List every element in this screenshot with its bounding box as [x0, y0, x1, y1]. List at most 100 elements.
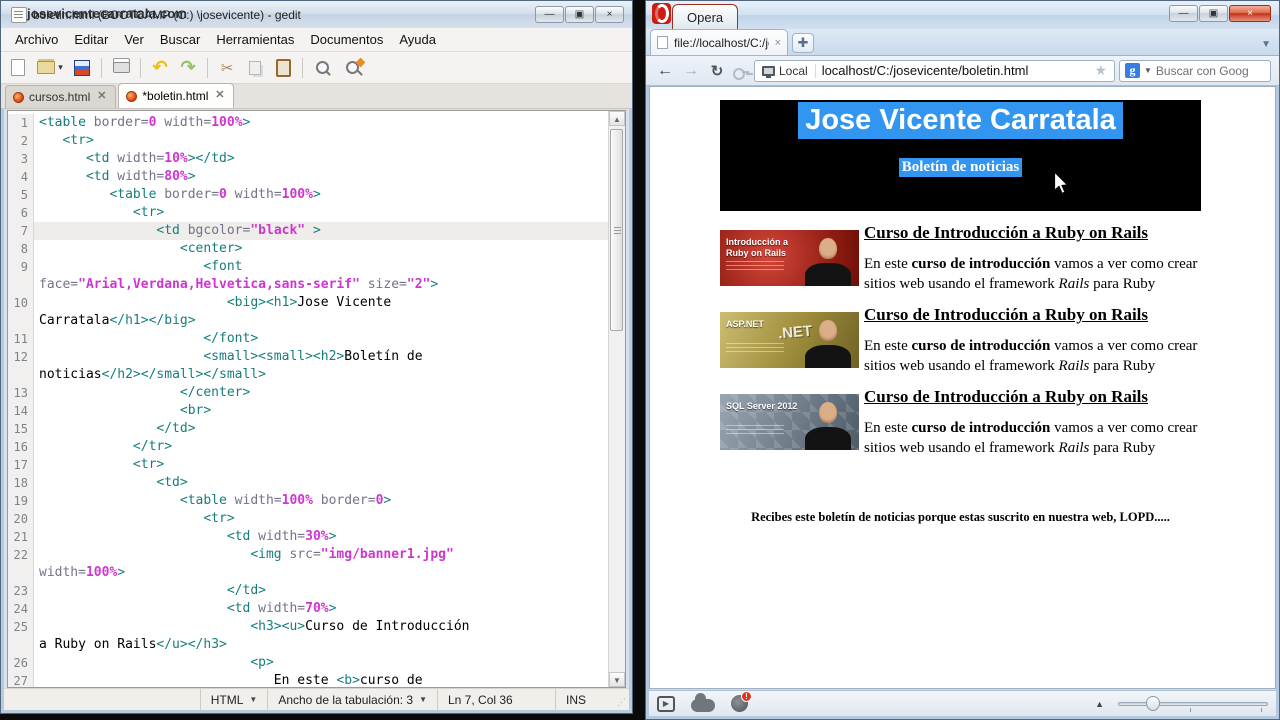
language-selector[interactable]: HTML ▼: [199, 689, 268, 710]
reload-button[interactable]: ↻: [706, 60, 728, 82]
new-tab-button[interactable]: ✚: [792, 33, 814, 53]
undo-icon[interactable]: [147, 56, 173, 80]
maximize-button[interactable]: ▣: [1199, 5, 1228, 22]
find-icon[interactable]: [309, 56, 335, 80]
key-icon[interactable]: [732, 60, 750, 82]
menu-documentos[interactable]: Documentos: [302, 29, 391, 50]
scroll-up-icon[interactable]: ▲: [609, 111, 625, 126]
code-line[interactable]: 19 <table width=100% border=0>: [8, 492, 608, 510]
tab-close-icon[interactable]: ×: [775, 37, 781, 49]
search-engine-caret-icon[interactable]: ▼: [1144, 66, 1152, 75]
code-line[interactable]: 20 <tr>: [8, 510, 608, 528]
print-icon[interactable]: [108, 56, 134, 80]
insert-mode[interactable]: INS: [555, 689, 617, 710]
resize-grip[interactable]: ⋰: [617, 689, 629, 710]
find-replace-icon[interactable]: [337, 56, 367, 80]
menu-ayuda[interactable]: Ayuda: [391, 29, 444, 50]
code-line[interactable]: 18 <td>: [8, 474, 608, 492]
course-heading[interactable]: Curso de Introducción a Ruby on Rails: [864, 304, 1201, 325]
save-icon[interactable]: [69, 56, 95, 80]
tab-list-chevron-icon[interactable]: ▼: [1261, 39, 1271, 50]
bookmark-star-icon[interactable]: ★: [1091, 62, 1110, 79]
search-box[interactable]: g ▼ Buscar con Goog: [1119, 59, 1271, 82]
new-document-icon[interactable]: [5, 56, 31, 80]
close-button[interactable]: ×: [1229, 5, 1271, 22]
forward-button[interactable]: →: [680, 60, 702, 82]
browser-tab[interactable]: file://localhost/C:/jose... ×: [650, 29, 788, 55]
open-icon[interactable]: [33, 56, 67, 80]
address-bar[interactable]: Local localhost/C:/josevicente/boletin.h…: [754, 59, 1115, 82]
cut-icon[interactable]: [214, 56, 240, 80]
code-line[interactable]: 13 </center>: [8, 384, 608, 402]
code-line[interactable]: 26 <p>: [8, 654, 608, 672]
editor-tab[interactable]: *boletin.html ✕: [118, 83, 235, 108]
scrollbar-thumb[interactable]: [610, 129, 623, 331]
code-line[interactable]: 12 <small><small><h2>Boletín de: [8, 348, 608, 366]
scroll-down-icon[interactable]: ▼: [609, 672, 625, 687]
opera-menu-button[interactable]: Opera: [672, 4, 739, 29]
redo-icon[interactable]: [175, 56, 201, 80]
panels-toggle-icon[interactable]: ▶: [657, 695, 675, 712]
code-line[interactable]: 6 <tr>: [8, 204, 608, 222]
code-line[interactable]: 5 <table border=0 width=100%>: [8, 186, 608, 204]
code-line[interactable]: 25 <h3><u>Curso de Introducción: [8, 618, 608, 636]
code-line[interactable]: 2 <tr>: [8, 132, 608, 150]
opera-titlebar[interactable]: Opera — ▣ ×: [646, 1, 1279, 29]
code-line[interactable]: 9 <font: [8, 258, 608, 276]
menu-ver[interactable]: Ver: [116, 29, 152, 50]
tab-close-icon[interactable]: ✕: [213, 89, 226, 103]
copy-icon[interactable]: [242, 56, 268, 80]
course-thumbnail[interactable]: ASP.NET .NET: [720, 312, 859, 368]
code-line[interactable]: a Ruby on Rails</u></h3>: [8, 636, 608, 654]
code-line[interactable]: 21 <td width=30%>: [8, 528, 608, 546]
code-line[interactable]: 7 <td bgcolor="black" >: [8, 222, 608, 240]
code-line[interactable]: noticias</h2></small></small>: [8, 366, 608, 384]
opera-turbo-icon[interactable]: !: [731, 691, 752, 712]
back-button[interactable]: ←: [654, 60, 676, 82]
search-placeholder[interactable]: Buscar con Goog: [1156, 64, 1249, 78]
code-line[interactable]: width=100%>: [8, 564, 608, 582]
zoom-slider-track[interactable]: [1118, 701, 1268, 706]
menu-herramientas[interactable]: Herramientas: [208, 29, 302, 50]
course-heading[interactable]: Curso de Introducción a Ruby on Rails: [864, 386, 1201, 407]
code-line[interactable]: 4 <td width=80%>: [8, 168, 608, 186]
editor-tab[interactable]: cursos.html ✕: [5, 85, 117, 108]
code-line[interactable]: 8 <center>: [8, 240, 608, 258]
code-line[interactable]: 24 <td width=70%>: [8, 600, 608, 618]
zoom-menu-icon[interactable]: ▲: [1095, 699, 1104, 709]
tab-width-selector[interactable]: Ancho de la tabulación: 3 ▼: [267, 689, 437, 710]
code-line[interactable]: 15 </td>: [8, 420, 608, 438]
code-line[interactable]: 14 <br>: [8, 402, 608, 420]
local-badge[interactable]: Local: [759, 63, 816, 78]
minimize-button[interactable]: —: [1169, 5, 1198, 22]
maximize-button[interactable]: ▣: [565, 6, 594, 23]
paste-icon[interactable]: [270, 56, 296, 80]
menu-archivo[interactable]: Archivo: [7, 29, 66, 50]
menu-buscar[interactable]: Buscar: [152, 29, 208, 50]
code-line[interactable]: Carratala</h1></big>: [8, 312, 608, 330]
zoom-slider[interactable]: [1118, 695, 1268, 712]
course-thumbnail[interactable]: Introducción a Ruby on Rails: [720, 230, 859, 286]
code-line[interactable]: 27 En este <b>curso de: [8, 672, 608, 687]
code-line[interactable]: 1 <table border=0 width=100%>: [8, 114, 608, 132]
code-editor[interactable]: 1 <table border=0 width=100%> 2 <tr> 3 <td …: [7, 110, 626, 688]
zoom-slider-knob[interactable]: [1146, 695, 1160, 711]
code-line[interactable]: face="Arial,Verdana,Helvetica,sans-serif…: [8, 276, 608, 294]
code-line[interactable]: 23 </td>: [8, 582, 608, 600]
code-line[interactable]: 17 <tr>: [8, 456, 608, 474]
tab-close-icon[interactable]: ✕: [95, 90, 108, 104]
code-line[interactable]: 16 </tr>: [8, 438, 608, 456]
close-button[interactable]: ×: [595, 6, 624, 23]
opera-unite-cloud-icon[interactable]: [691, 692, 715, 712]
course-thumbnail[interactable]: SQL Server 2012: [720, 394, 859, 450]
url-text[interactable]: localhost/C:/josevicente/boletin.html: [816, 63, 1092, 78]
code-line[interactable]: 3 <td width=10%></td>: [8, 150, 608, 168]
code-text[interactable]: 1 <table border=0 width=100%> 2 <tr> 3 <td …: [8, 111, 608, 687]
code-line[interactable]: 11 </font>: [8, 330, 608, 348]
menu-editar[interactable]: Editar: [66, 29, 116, 50]
code-line[interactable]: 10 <big><h1>Jose Vicente: [8, 294, 608, 312]
course-heading[interactable]: Curso de Introducción a Ruby on Rails: [864, 222, 1201, 243]
minimize-button[interactable]: —: [535, 6, 564, 23]
code-line[interactable]: 22 <img src="img/banner1.jpg": [8, 546, 608, 564]
editor-scrollbar[interactable]: ▲ ▼: [608, 111, 625, 687]
